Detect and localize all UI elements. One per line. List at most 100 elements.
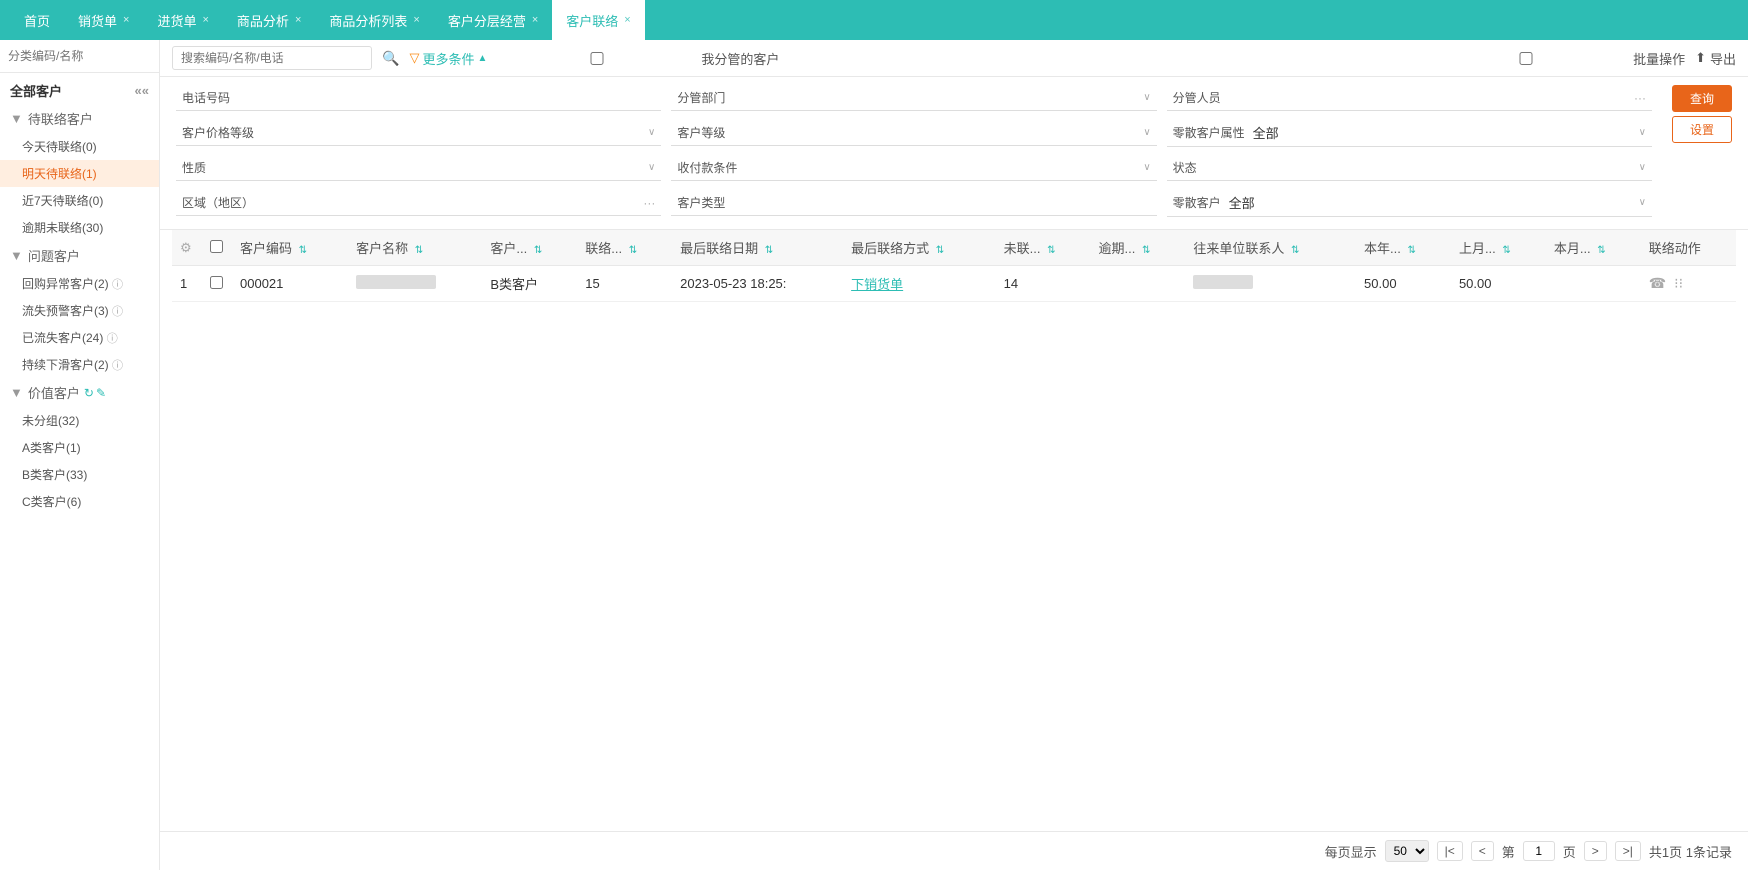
sort-icon-4[interactable]: ⇅ xyxy=(629,245,637,256)
nav-sales-order-close-icon[interactable]: × xyxy=(123,14,129,26)
nav-customer-contact[interactable]: 客户联络 × xyxy=(552,0,644,40)
chevron-down-icon-6[interactable]: ∨ xyxy=(1143,162,1150,173)
filter-scatter-value[interactable]: 全部 xyxy=(1229,193,1639,212)
filter-phone: 电话号码 xyxy=(176,85,661,111)
first-page-button[interactable]: |< xyxy=(1437,841,1463,861)
more-conditions-button[interactable]: ▽ 更多条件 ▲ xyxy=(409,49,487,68)
gear-icon[interactable]: ⚙ xyxy=(180,240,192,255)
sidebar-group-pending[interactable]: ▼ 待联络客户 xyxy=(0,104,159,133)
chevron-down-icon-2[interactable]: ∨ xyxy=(648,127,655,138)
col-last-contact-method-label: 最后联络方式 xyxy=(851,241,929,256)
select-all-checkbox[interactable] xyxy=(210,240,223,253)
page-input[interactable] xyxy=(1523,841,1555,861)
batch-op-check[interactable] xyxy=(1426,52,1626,65)
sidebar-item-ungrouped[interactable]: 未分组(32) xyxy=(0,407,159,434)
chevron-down-icon-8[interactable]: ∨ xyxy=(1639,197,1646,208)
sidebar-item-class-b[interactable]: B类客户(33) xyxy=(0,461,159,488)
filter-scatter-label: 零散客户 xyxy=(1173,194,1221,211)
sidebar-item-abnormal[interactable]: 回购异常客户(2) ⓘ xyxy=(0,270,159,297)
chevron-icon: ▲ xyxy=(477,53,487,64)
row-checkbox[interactable] xyxy=(210,276,223,289)
chevron-down-icon[interactable]: ∨ xyxy=(1143,92,1150,103)
dots-icon[interactable]: ··· xyxy=(1634,91,1646,105)
chevron-down-icon-3[interactable]: ∨ xyxy=(1143,127,1150,138)
sidebar-item-tomorrow[interactable]: 明天待联络(1) xyxy=(0,160,159,187)
edit-icon[interactable]: ✎ xyxy=(96,386,106,400)
filter-region-label: 区域（地区） xyxy=(182,194,254,211)
sort-icon-8[interactable]: ⇅ xyxy=(1142,245,1150,256)
dots-icon-2[interactable]: ··· xyxy=(643,196,655,210)
sort-icon[interactable]: ⇅ xyxy=(299,245,307,256)
col-this-month-label: 本月... xyxy=(1554,241,1591,256)
triangle-icon: ▼ xyxy=(10,111,23,126)
sort-icon-6[interactable]: ⇅ xyxy=(936,245,944,256)
nav-customer-tier-close-icon[interactable]: × xyxy=(532,14,538,26)
sidebar-item-class-a[interactable]: A类客户(1) xyxy=(0,434,159,461)
my-customers-checkbox[interactable]: 我分管的客户 xyxy=(497,49,779,68)
sidebar-item-churn-warn[interactable]: 流失预警客户(3) ⓘ xyxy=(0,297,159,324)
prev-page-button[interactable]: < xyxy=(1471,841,1494,861)
sidebar-item-declining[interactable]: 持续下滑客户(2) ⓘ xyxy=(0,351,159,378)
sidebar-item-overdue[interactable]: 逾期未联络(30) xyxy=(0,214,159,241)
row-this-month xyxy=(1546,266,1641,302)
nav-product-analysis-close-icon[interactable]: × xyxy=(295,14,301,26)
settings-button[interactable]: 设置 xyxy=(1672,116,1732,143)
sidebar-group-value[interactable]: ▼ 价值客户 ↻ ✎ xyxy=(0,378,159,407)
phone-icon[interactable]: ☎ xyxy=(1649,275,1666,292)
sort-icon-10[interactable]: ⇅ xyxy=(1408,245,1416,256)
sort-icon-2[interactable]: ⇅ xyxy=(415,245,423,256)
nav-product-analysis[interactable]: 商品分析 × xyxy=(223,0,315,40)
filter-payment: 收付款条件 ∨ xyxy=(671,155,1156,181)
sidebar-item-churned[interactable]: 已流失客户(24) ⓘ xyxy=(0,324,159,351)
nav-purchase-order[interactable]: 进货单 × xyxy=(143,0,222,40)
col-action: 联络动作 xyxy=(1641,230,1736,266)
nav-sales-order[interactable]: 销货单 × xyxy=(64,0,143,40)
sort-icon-3[interactable]: ⇅ xyxy=(534,245,542,256)
sort-icon-5[interactable]: ⇅ xyxy=(765,245,773,256)
row-last-month: 50.00 xyxy=(1451,266,1546,302)
sidebar-group-problem[interactable]: ▼ 问题客户 xyxy=(0,241,159,270)
collapse-icon[interactable]: «« xyxy=(135,83,149,98)
per-page-select[interactable]: 50 xyxy=(1385,840,1429,862)
sidebar-item-class-c[interactable]: C类客户(6) xyxy=(0,488,159,515)
nav-customer-tier[interactable]: 客户分层经营 × xyxy=(434,0,552,40)
sort-icon-7[interactable]: ⇅ xyxy=(1047,245,1055,256)
row-contacts: 15 xyxy=(577,266,672,302)
contact-method-link[interactable]: 下销货单 xyxy=(851,277,903,292)
row-overdue xyxy=(1091,266,1186,302)
table-area: ⚙ 客户编码 ⇅ 客户名称 ⇅ xyxy=(160,230,1748,831)
search-input[interactable] xyxy=(172,46,372,70)
col-type-label: 客户... xyxy=(490,241,527,256)
sidebar-search-input[interactable] xyxy=(8,49,160,63)
col-name-label: 客户名称 xyxy=(356,241,408,256)
nav-product-analysis-list-close-icon[interactable]: × xyxy=(413,14,419,26)
filter-scatter-attr-value[interactable]: 全部 xyxy=(1253,123,1639,142)
nav-product-analysis-list[interactable]: 商品分析列表 × xyxy=(315,0,433,40)
table-header-row: ⚙ 客户编码 ⇅ 客户名称 ⇅ xyxy=(172,230,1736,266)
batch-op-button[interactable]: 批量操作 xyxy=(1426,49,1685,68)
filter-nature-label: 性质 xyxy=(182,159,206,176)
nav-home[interactable]: 首页 xyxy=(10,0,64,40)
nav-purchase-order-close-icon[interactable]: × xyxy=(202,14,208,26)
grid-icon[interactable]: ⁝⁝ xyxy=(1674,275,1683,292)
col-overdue: 逾期... ⇅ xyxy=(1091,230,1186,266)
query-button[interactable]: 查询 xyxy=(1672,85,1732,112)
last-page-button[interactable]: >| xyxy=(1615,841,1641,861)
nav-customer-contact-close-icon[interactable]: × xyxy=(624,14,630,26)
refresh-icon[interactable]: ↻ xyxy=(84,386,94,400)
col-code-label: 客户编码 xyxy=(240,241,292,256)
chevron-down-icon-5[interactable]: ∨ xyxy=(648,162,655,173)
sidebar-item-today[interactable]: 今天待联络(0) xyxy=(0,133,159,160)
sort-icon-12[interactable]: ⇅ xyxy=(1597,245,1605,256)
next-page-button[interactable]: > xyxy=(1584,841,1607,861)
chevron-down-icon-7[interactable]: ∨ xyxy=(1639,162,1646,173)
export-button[interactable]: ⬆ 导出 xyxy=(1695,49,1736,68)
col-unit-contacts: 往来单位联系人 ⇅ xyxy=(1185,230,1356,266)
search-button[interactable]: 🔍 xyxy=(382,50,399,67)
filter-phone-label: 电话号码 xyxy=(182,89,230,106)
sort-icon-11[interactable]: ⇅ xyxy=(1502,245,1510,256)
sort-icon-9[interactable]: ⇅ xyxy=(1291,245,1299,256)
sidebar-item-7days[interactable]: 近7天待联络(0) xyxy=(0,187,159,214)
chevron-down-icon-4[interactable]: ∨ xyxy=(1639,127,1646,138)
my-customers-check[interactable] xyxy=(497,52,697,65)
